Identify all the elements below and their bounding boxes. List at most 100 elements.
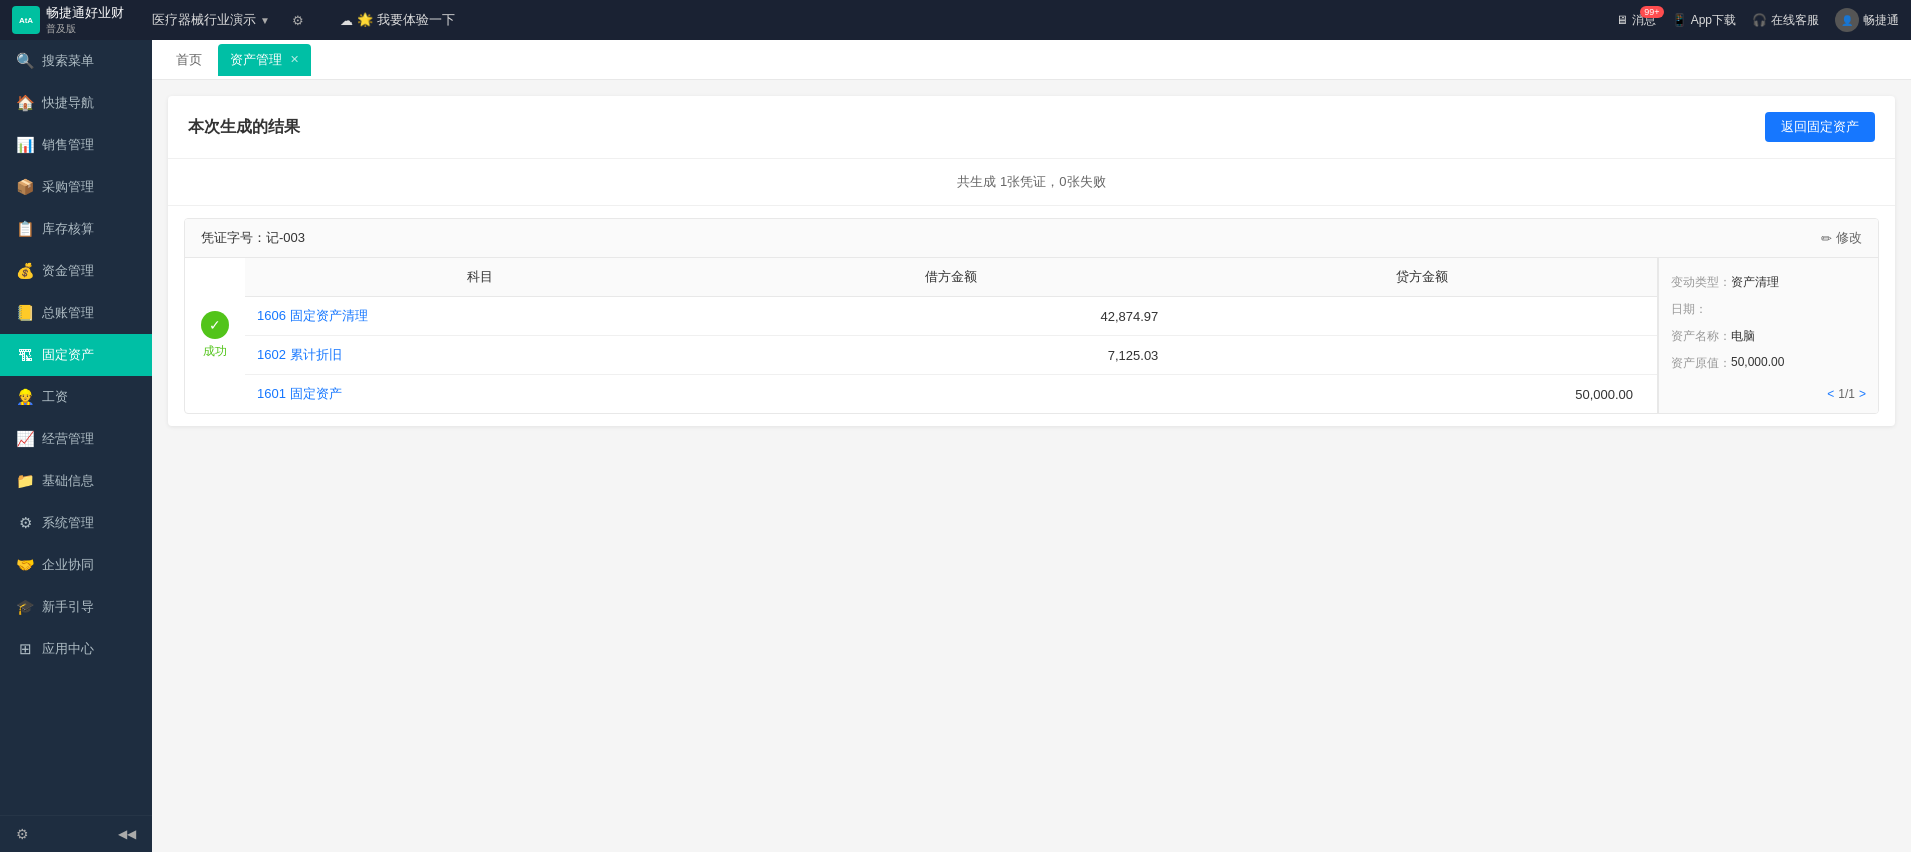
sidebar-item-label: 企业协同 [42, 556, 94, 574]
date-label: 日期： [1671, 301, 1731, 318]
avatar: 👤 [1835, 8, 1859, 32]
table-header: 科目 借方金额 贷方金额 [245, 258, 1657, 297]
home-icon: 🏠 [16, 94, 34, 112]
cell-debit-3 [708, 384, 1183, 404]
table-row: 1606 固定资产清理 42,874.97 [245, 297, 1657, 336]
sidebar-scroll: 🔍 搜索菜单 🏠 快捷导航 📊 销售管理 📦 采购管理 📋 库存核算 💰 [0, 40, 152, 815]
payroll-icon: 👷 [16, 388, 34, 406]
messages-button[interactable]: 🖥 消息 99+ [1616, 12, 1656, 29]
enterprise-icon: 🤝 [16, 556, 34, 574]
finance-icon: 💰 [16, 262, 34, 280]
side-info-panel: 变动类型： 资产清理 日期： 资产名称： 电脑 [1658, 258, 1878, 413]
info-change-type: 变动类型： 资产清理 [1671, 274, 1866, 291]
success-label: 成功 [203, 343, 227, 360]
cell-credit-3: 50,000.00 [1182, 377, 1657, 412]
message-icon: 🖥 [1616, 13, 1628, 27]
basic-info-icon: 📁 [16, 472, 34, 490]
sidebar-item-payroll[interactable]: 👷 工资 [0, 376, 152, 418]
tab-asset-mgmt-label: 资产管理 [230, 51, 282, 69]
sidebar-item-label: 采购管理 [42, 178, 94, 196]
prev-page-icon[interactable]: < [1827, 387, 1834, 401]
asset-name-value: 电脑 [1731, 328, 1755, 345]
sidebar-item-inventory[interactable]: 📋 库存核算 [0, 208, 152, 250]
star-icon: ☁ [340, 13, 353, 28]
inventory-icon: 📋 [16, 220, 34, 238]
sidebar-item-finance[interactable]: 💰 资金管理 [0, 250, 152, 292]
edit-button[interactable]: ✏ 修改 [1821, 229, 1862, 247]
col-header-credit: 贷方金额 [1186, 258, 1657, 296]
settings-bottom-icon[interactable]: ⚙ [16, 826, 29, 842]
voucher-section: 凭证字号：记-003 ✏ 修改 ✓ 成功 [184, 218, 1879, 414]
cell-debit-1: 42,874.97 [708, 299, 1183, 334]
tab-asset-mgmt[interactable]: 资产管理 ✕ [218, 44, 311, 76]
sidebar-item-label: 工资 [42, 388, 68, 406]
download-icon: 📱 [1672, 13, 1687, 27]
cell-subject-2: 1602 累计折旧 [245, 336, 708, 374]
main-layout: 🔍 搜索菜单 🏠 快捷导航 📊 销售管理 📦 采购管理 📋 库存核算 💰 [0, 40, 1911, 852]
business-icon: 📈 [16, 430, 34, 448]
company-selector[interactable]: 医疗器械行业演示 ▼ [152, 11, 270, 29]
cell-subject-1: 1606 固定资产清理 [245, 297, 708, 335]
header-settings-icon[interactable]: ⚙ [284, 6, 312, 34]
sidebar-item-ledger[interactable]: 📒 总账管理 [0, 292, 152, 334]
logo-area: AtA 畅捷通好业财 普及版 [12, 4, 124, 36]
cell-credit-2 [1182, 345, 1657, 365]
return-button[interactable]: 返回固定资产 [1765, 112, 1875, 142]
service-icon: 🎧 [1752, 13, 1767, 27]
table-row: 1601 固定资产 50,000.00 [245, 375, 1657, 413]
experience-button[interactable]: ☁ 🌟 我要体验一下 [340, 11, 455, 29]
sidebar-item-label: 应用中心 [42, 640, 94, 658]
header-right: 🖥 消息 99+ 📱 App下载 🎧 在线客服 👤 畅捷通 [1616, 8, 1899, 32]
edit-icon: ✏ [1821, 231, 1832, 246]
user-icon: 👤 [1841, 15, 1853, 26]
summary-text: 共生成 1张凭证，0张失败 [957, 174, 1105, 189]
result-panel: 本次生成的结果 返回固定资产 共生成 1张凭证，0张失败 凭证字号：记-003 … [168, 96, 1895, 426]
page-title: 本次生成的结果 [188, 117, 300, 138]
summary-bar: 共生成 1张凭证，0张失败 [168, 159, 1895, 206]
sidebar-item-purchase[interactable]: 📦 采购管理 [0, 166, 152, 208]
app-logo-icon: AtA [12, 6, 40, 34]
sidebar-item-label: 库存核算 [42, 220, 94, 238]
sidebar-item-label: 资金管理 [42, 262, 94, 280]
sidebar-item-quicknav[interactable]: 🏠 快捷导航 [0, 82, 152, 124]
sidebar-item-label: 快捷导航 [42, 94, 94, 112]
info-asset-name: 资产名称： 电脑 [1671, 328, 1866, 345]
sidebar-item-basic-info[interactable]: 📁 基础信息 [0, 460, 152, 502]
tab-close-icon[interactable]: ✕ [290, 53, 299, 66]
tab-home[interactable]: 首页 [164, 44, 214, 76]
sidebar-item-system[interactable]: ⚙ 系统管理 [0, 502, 152, 544]
info-date: 日期： [1671, 301, 1866, 318]
fixed-assets-icon: 🏗 [16, 346, 34, 364]
result-header: 本次生成的结果 返回固定资产 [168, 96, 1895, 159]
sidebar-item-label: 搜索菜单 [42, 52, 94, 70]
col-header-subject: 科目 [245, 258, 716, 296]
sidebar-item-sales[interactable]: 📊 销售管理 [0, 124, 152, 166]
change-type-label: 变动类型： [1671, 274, 1731, 291]
cell-credit-1 [1182, 306, 1657, 326]
sales-icon: 📊 [16, 136, 34, 154]
company-name: 医疗器械行业演示 [152, 11, 256, 29]
purchase-icon: 📦 [16, 178, 34, 196]
tab-bar: 首页 资产管理 ✕ [152, 40, 1911, 80]
sidebar-item-apps[interactable]: ⊞ 应用中心 [0, 628, 152, 670]
online-service-button[interactable]: 🎧 在线客服 [1752, 12, 1819, 29]
messages-badge: 99+ [1640, 6, 1663, 18]
sidebar-item-fixed-assets[interactable]: 🏗 固定资产 [0, 334, 152, 376]
collapse-icon[interactable]: ◀◀ [118, 827, 136, 841]
top-header: AtA 畅捷通好业财 普及版 医疗器械行业演示 ▼ ⚙ ☁ 🌟 我要体验一下 🖥… [0, 0, 1911, 40]
sidebar-item-search[interactable]: 🔍 搜索菜单 [0, 40, 152, 82]
asset-value-label: 资产原值： [1671, 355, 1731, 372]
next-page-icon[interactable]: > [1859, 387, 1866, 401]
info-asset-value: 资产原值： 50,000.00 [1671, 355, 1866, 372]
change-type-value: 资产清理 [1731, 274, 1779, 291]
app-download-button[interactable]: 📱 App下载 [1672, 12, 1736, 29]
sidebar-item-label: 基础信息 [42, 472, 94, 490]
sidebar-item-label: 固定资产 [42, 346, 94, 364]
sidebar-item-enterprise[interactable]: 🤝 企业协同 [0, 544, 152, 586]
table-row: 1602 累计折旧 7,125.03 [245, 336, 1657, 375]
sidebar-item-business[interactable]: 📈 经营管理 [0, 418, 152, 460]
sidebar-item-label: 新手引导 [42, 598, 94, 616]
search-icon: 🔍 [16, 52, 34, 70]
sidebar-item-guide[interactable]: 🎓 新手引导 [0, 586, 152, 628]
user-menu[interactable]: 👤 畅捷通 [1835, 8, 1899, 32]
